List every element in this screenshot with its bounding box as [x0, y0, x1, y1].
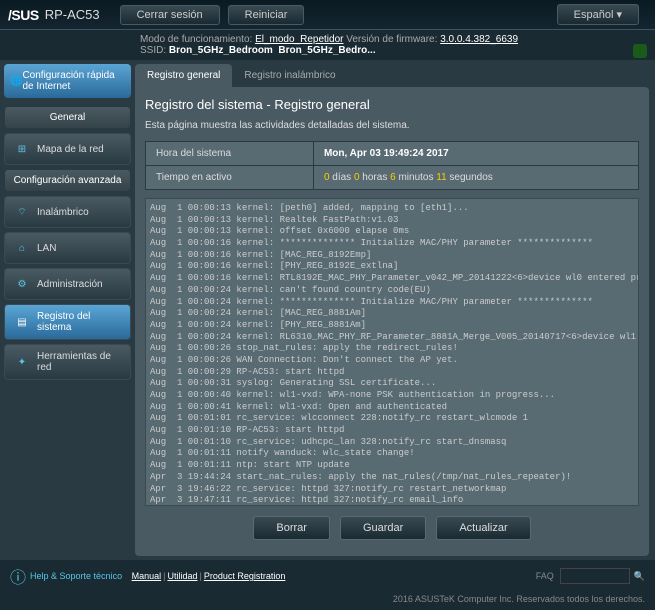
sidebar-item-admin[interactable]: ⚙ Administración — [4, 268, 131, 300]
sidebar-item-system-log[interactable]: ▤ Registro del sistema — [4, 304, 131, 340]
faq-label: FAQ — [536, 571, 554, 581]
network-icon: ⊞ — [13, 140, 31, 158]
firmware-link[interactable]: 3.0.0.4.382_6639 — [440, 34, 518, 45]
utility-link[interactable]: Utilidad — [167, 571, 197, 581]
home-icon: ⌂ — [13, 239, 31, 257]
sidebar-item-network-map[interactable]: ⊞ Mapa de la red — [4, 133, 131, 165]
sidebar-item-lan[interactable]: ⌂ LAN — [4, 232, 131, 264]
ssid-1: Bron_5GHz_Bedroom — [169, 45, 273, 56]
header-bar: /SUS RP-AC53 Cerrar sesión Reiniciar Esp… — [0, 0, 655, 30]
chevron-down-icon: ▾ — [616, 9, 622, 21]
product-reg-link[interactable]: Product Registration — [204, 571, 286, 581]
status-icon — [633, 44, 647, 58]
main-panel: Registro del sistema - Registro general … — [135, 87, 649, 556]
sidebar-item-network-tools[interactable]: ✦ Herramientas de red — [4, 344, 131, 380]
time-label: Hora del sistema — [146, 142, 313, 165]
system-info-table: Hora del sistema Mon, Apr 03 19:49:24 20… — [145, 141, 639, 190]
help-label: Help & Soporte técnico — [30, 571, 122, 581]
page-description: Esta página muestra las actividades deta… — [145, 120, 639, 131]
refresh-button[interactable]: Actualizar — [436, 516, 530, 540]
table-row: Tiempo en activo 0 días 0 horas 6 minuto… — [146, 166, 638, 189]
language-dropdown[interactable]: Español ▾ — [557, 4, 639, 25]
footer: ⓘ Help & Soporte técnico Manual | Utilid… — [0, 560, 655, 592]
log-textarea[interactable]: Aug 1 00:00:13 kernel: [peth0] added, ma… — [145, 198, 639, 506]
sidebar-item-wireless[interactable]: ⌔ Inalámbrico — [4, 196, 131, 228]
info-bar: Modo de funcionamiento: El_modo_Repetido… — [0, 30, 655, 60]
save-button[interactable]: Guardar — [340, 516, 426, 540]
brand-logo: /SUS — [8, 7, 39, 23]
page-title: Registro del sistema - Registro general — [145, 97, 639, 112]
reboot-button[interactable]: Reiniciar — [228, 5, 305, 25]
sidebar: 🌐 Configuración rápida de Internet Gener… — [0, 60, 135, 560]
uptime-value: 0 días 0 horas 6 minutos 11 segundos — [314, 166, 638, 189]
globe-icon: 🌐 — [10, 76, 22, 87]
time-value: Mon, Apr 03 19:49:24 2017 — [314, 142, 638, 165]
model-label: RP-AC53 — [45, 7, 100, 22]
manual-link[interactable]: Manual — [132, 571, 162, 581]
tools-icon: ✦ — [13, 353, 31, 371]
mode-link[interactable]: El_modo_Repetidor — [255, 34, 343, 45]
logout-button[interactable]: Cerrar sesión — [120, 5, 220, 25]
sidebar-group-general: General — [4, 106, 131, 129]
uptime-label: Tiempo en activo — [146, 166, 313, 189]
table-row: Hora del sistema Mon, Apr 03 19:49:24 20… — [146, 142, 638, 165]
clear-button[interactable]: Borrar — [253, 516, 330, 540]
gear-icon: ⚙ — [13, 275, 31, 293]
tab-general-log[interactable]: Registro general — [135, 64, 232, 87]
sidebar-quick-setup[interactable]: 🌐 Configuración rápida de Internet — [4, 64, 131, 98]
copyright: 2016 ASUSTeK Computer Inc. Reservados to… — [0, 592, 655, 610]
ssid-2: Bron_5GHz_Bedro... — [278, 45, 375, 56]
help-icon: ⓘ — [10, 564, 26, 588]
faq-search-input[interactable] — [560, 568, 630, 584]
tab-wireless-log[interactable]: Registro inalámbrico — [232, 64, 347, 87]
search-icon[interactable]: 🔍 — [634, 571, 645, 582]
document-icon: ▤ — [13, 313, 31, 331]
wifi-icon: ⌔ — [13, 203, 31, 221]
sidebar-group-advanced: Configuración avanzada — [4, 169, 131, 192]
tab-bar: Registro general Registro inalámbrico — [135, 64, 649, 87]
